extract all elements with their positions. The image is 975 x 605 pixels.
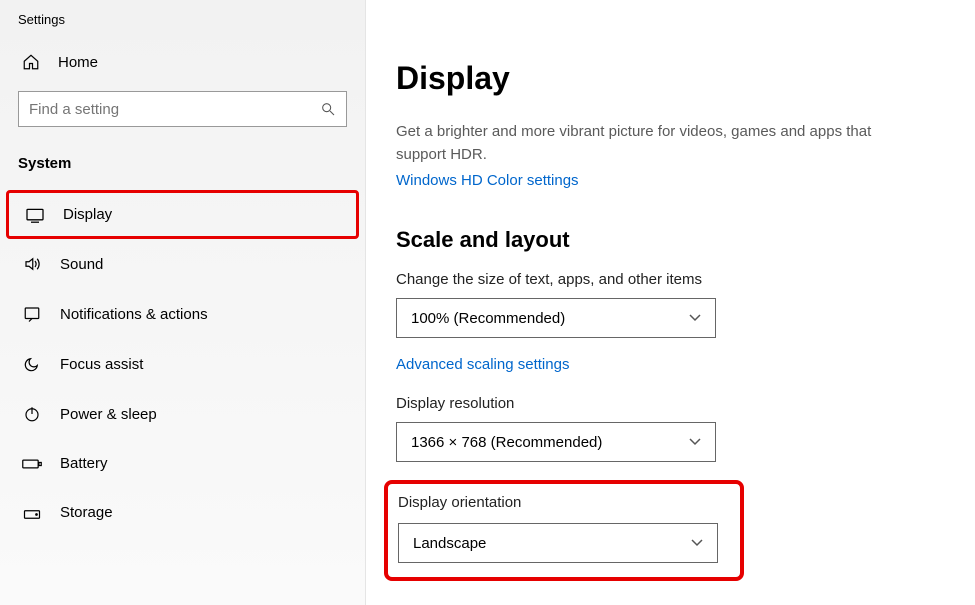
scale-dropdown[interactable]: 100% (Recommended) — [396, 298, 716, 338]
sidebar-item-sound[interactable]: Sound — [0, 239, 365, 289]
sidebar-item-label: Focus assist — [60, 356, 143, 373]
search-icon — [320, 101, 336, 117]
resolution-dropdown[interactable]: 1366 × 768 (Recommended) — [396, 422, 716, 462]
sidebar-item-battery[interactable]: Battery — [0, 439, 365, 488]
sidebar: Settings Home System Display Sound Notif… — [0, 0, 365, 605]
sidebar-item-display[interactable]: Display — [6, 190, 359, 239]
orientation-dropdown[interactable]: Landscape — [398, 523, 718, 563]
sidebar-item-power[interactable]: Power & sleep — [0, 389, 365, 439]
sidebar-item-label: Sound — [60, 256, 103, 273]
notifications-icon — [22, 305, 42, 323]
sidebar-item-label: Power & sleep — [60, 406, 157, 423]
sidebar-item-label: Battery — [60, 455, 108, 472]
search-input[interactable] — [18, 91, 347, 127]
chevron-down-icon — [689, 438, 701, 446]
chevron-down-icon — [689, 314, 701, 322]
sidebar-item-label: Display — [63, 206, 112, 223]
hdr-description: Get a brighter and more vibrant picture … — [396, 121, 916, 166]
display-icon — [25, 207, 45, 223]
sidebar-item-storage[interactable]: Storage — [0, 488, 365, 537]
power-icon — [22, 405, 42, 423]
focus-icon — [22, 355, 42, 373]
home-label: Home — [58, 54, 98, 71]
category-label: System — [0, 155, 365, 190]
sidebar-item-notifications[interactable]: Notifications & actions — [0, 289, 365, 339]
hdr-link[interactable]: Windows HD Color settings — [396, 172, 579, 189]
advanced-scaling-link[interactable]: Advanced scaling settings — [396, 356, 569, 373]
scale-value: 100% (Recommended) — [411, 310, 565, 327]
orientation-label: Display orientation — [398, 494, 730, 511]
sidebar-item-label: Storage — [60, 504, 113, 521]
content-area: Display Get a brighter and more vibrant … — [365, 0, 975, 605]
orientation-highlight: Display orientation Landscape — [384, 480, 744, 581]
sound-icon — [22, 255, 42, 273]
orientation-value: Landscape — [413, 535, 486, 552]
home-icon — [22, 53, 40, 71]
sidebar-item-focus[interactable]: Focus assist — [0, 339, 365, 389]
storage-icon — [22, 505, 42, 521]
chevron-down-icon — [691, 539, 703, 547]
scale-heading: Scale and layout — [396, 227, 975, 253]
sidebar-item-label: Notifications & actions — [60, 306, 208, 323]
scale-label: Change the size of text, apps, and other… — [396, 271, 975, 288]
resolution-label: Display resolution — [396, 395, 975, 412]
app-title: Settings — [0, 0, 365, 37]
page-title: Display — [396, 60, 975, 97]
resolution-value: 1366 × 768 (Recommended) — [411, 434, 602, 451]
battery-icon — [22, 457, 42, 471]
home-nav[interactable]: Home — [0, 37, 365, 91]
search-field[interactable] — [29, 101, 320, 118]
